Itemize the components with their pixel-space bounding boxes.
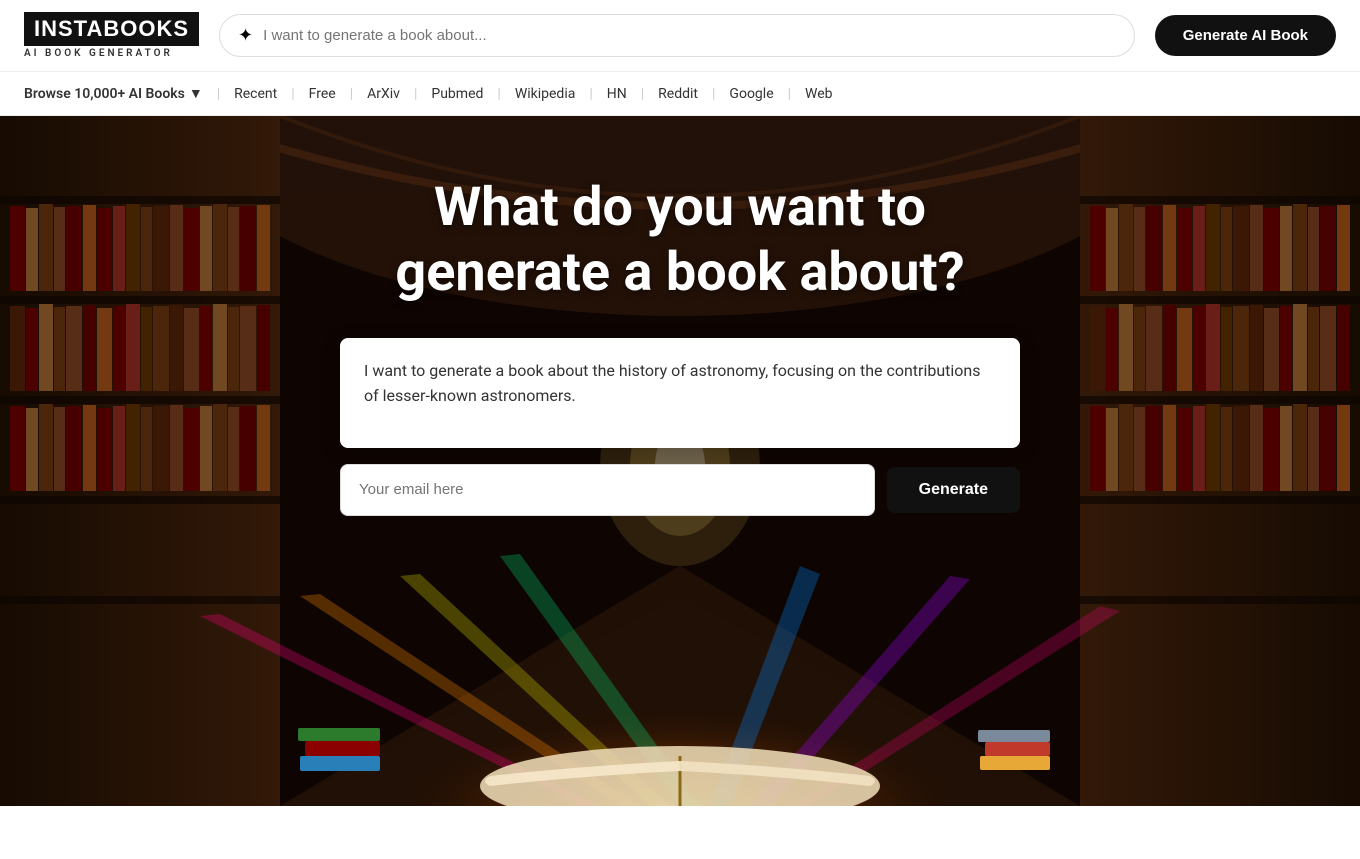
nav-divider: |: [215, 86, 222, 102]
book-prompt-box[interactable]: I want to generate a book about the hist…: [340, 338, 1020, 448]
generate-button[interactable]: Generate: [887, 467, 1020, 513]
search-input[interactable]: [263, 27, 1116, 44]
nav-divider: |: [786, 86, 793, 102]
sparkle-icon: ✦: [238, 25, 253, 46]
nav-divider: |: [348, 86, 355, 102]
search-bar: ✦: [219, 14, 1135, 57]
generate-ai-book-button[interactable]: Generate AI Book: [1155, 15, 1336, 56]
nav-divider: |: [710, 86, 717, 102]
nav-item-web[interactable]: Web: [793, 72, 845, 115]
nav-item-free[interactable]: Free: [297, 72, 348, 115]
nav-item-pubmed[interactable]: Pubmed: [419, 72, 495, 115]
nav-item-recent[interactable]: Recent: [222, 72, 289, 115]
hero-bottom-row: Generate: [340, 464, 1020, 516]
nav-item-hn[interactable]: HN: [595, 72, 639, 115]
nav-item-wikipedia[interactable]: Wikipedia: [503, 72, 588, 115]
browse-books-nav-item[interactable]: Browse 10,000+ AI Books ▼: [24, 72, 215, 115]
nav-divider: |: [587, 86, 594, 102]
nav-divider: |: [289, 86, 296, 102]
prompt-text: I want to generate a book about the hist…: [364, 361, 981, 406]
nav-divider: |: [412, 86, 419, 102]
nav: Browse 10,000+ AI Books ▼ | Recent | Fre…: [0, 72, 1360, 116]
nav-item-reddit[interactable]: Reddit: [646, 72, 710, 115]
nav-divider: |: [495, 86, 502, 102]
header: INSTABOOKS AI BOOK GENERATOR ✦ Generate …: [0, 0, 1360, 72]
email-input[interactable]: [340, 464, 875, 516]
logo-title: INSTABOOKS: [24, 12, 199, 46]
hero-title: What do you want to generate a book abou…: [330, 176, 1030, 306]
logo-subtitle: AI BOOK GENERATOR: [24, 48, 173, 59]
nav-divider: |: [639, 86, 646, 102]
hero-content: What do you want to generate a book abou…: [0, 176, 1360, 516]
hero-section: What do you want to generate a book abou…: [0, 116, 1360, 806]
logo[interactable]: INSTABOOKS AI BOOK GENERATOR: [24, 12, 199, 59]
nav-item-google[interactable]: Google: [717, 72, 785, 115]
nav-item-arxiv[interactable]: ArXiv: [355, 72, 412, 115]
